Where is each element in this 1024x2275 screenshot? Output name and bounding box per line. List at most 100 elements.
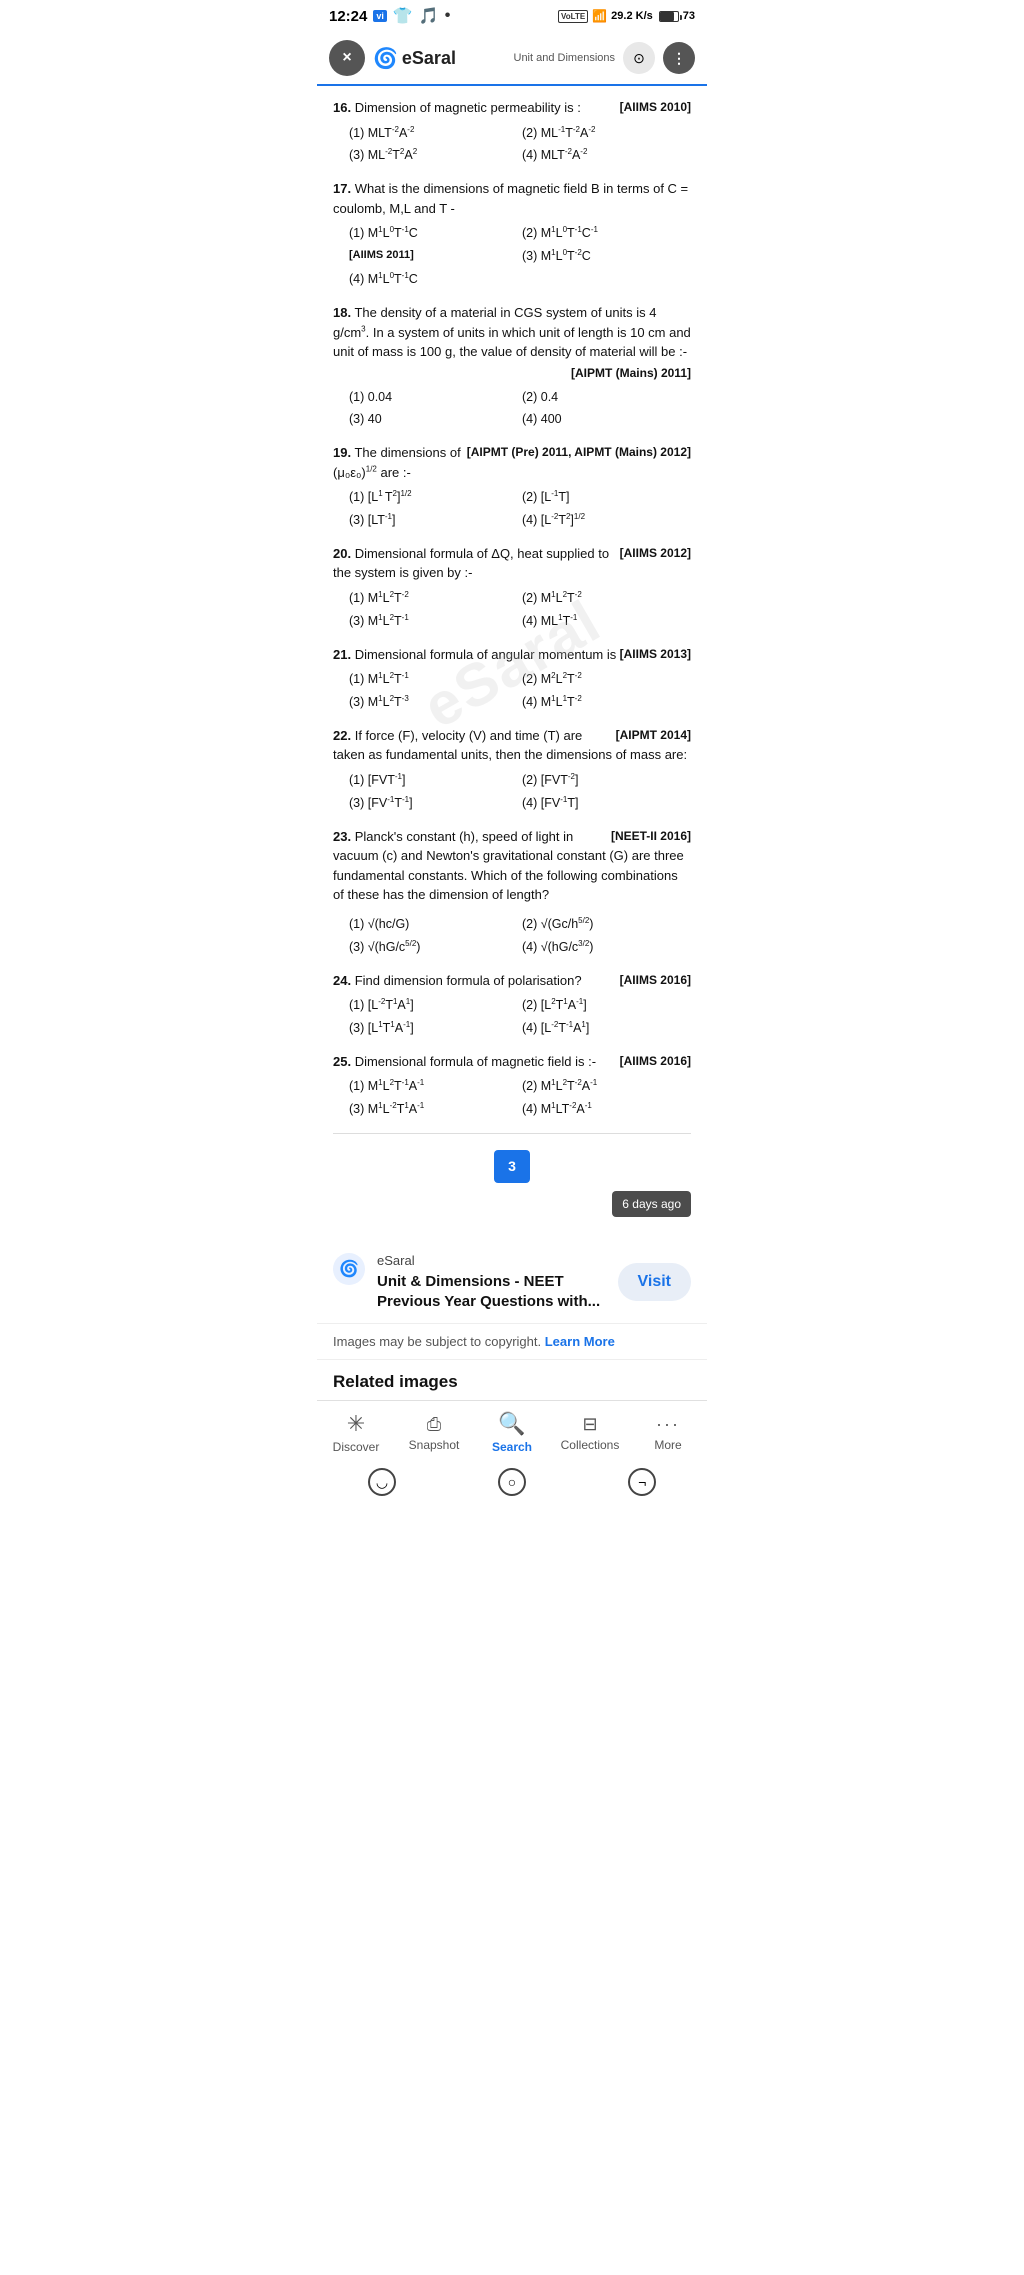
q25-opt3: (3) M1L-2T1A-1 [349, 1100, 518, 1119]
nav-item-snapshot[interactable]: ⎙ Snapshot [404, 1414, 464, 1452]
q23-opt2: (2) √(Gc/h5/2) [522, 915, 691, 934]
nav-item-search[interactable]: 🔍 Search [482, 1411, 542, 1454]
visit-label: Visit [638, 1273, 672, 1290]
nav-item-discover[interactable]: ✳ Discover [326, 1411, 386, 1454]
page-indicator[interactable]: 3 [333, 1150, 691, 1183]
q16-opt2: (2) ML-1T-2A-2 [522, 124, 691, 143]
page-number-btn[interactable]: 3 [494, 1150, 530, 1183]
q19-opt4: (4) [L-2T2]1/2 [522, 511, 691, 530]
q24-number: 24. [333, 973, 351, 988]
q23-number: 23. [333, 829, 351, 844]
question-22: [AIPMT 2014] 22. If force (F), velocity … [333, 726, 691, 813]
status-bar: 12:24 vi 👕 🎵 • VoLTE 📶 29.2 K/s 73 [317, 0, 707, 32]
year-24: [AIIMS 2016] [620, 971, 691, 989]
q21-opt1: (1) M1L2T-1 [349, 670, 518, 689]
home-button[interactable]: ○ [498, 1468, 526, 1496]
question-17: 17. What is the dimensions of magnetic f… [333, 179, 691, 289]
status-time: 12:24 [329, 8, 367, 25]
q24-opt3: (3) [L1T1A-1] [349, 1019, 518, 1038]
question-18: 18. The density of a material in CGS sys… [333, 303, 691, 429]
q22-opt2: (2) [FVT-2] [522, 771, 691, 790]
recents-button[interactable]: ⌐ [628, 1468, 656, 1496]
q19-number: 19. [333, 445, 351, 460]
collections-label: Collections [561, 1438, 620, 1452]
q25-text: Dimensional formula of magnetic field is… [355, 1054, 596, 1069]
q23-opt4: (4) √(hG/c3/2) [522, 938, 691, 957]
back-button[interactable]: ◡ [368, 1468, 396, 1496]
search-icon: 🔍 [498, 1411, 525, 1437]
year-19: [AIPMT (Pre) 2011, AIPMT (Mains) 2012] [467, 443, 691, 461]
discover-label: Discover [333, 1440, 380, 1454]
q23-opt3: (3) √(hG/c5/2) [349, 938, 518, 957]
q25-opt1: (1) M1L2T-1A-1 [349, 1077, 518, 1096]
shirt-icon: 👕 [393, 6, 413, 26]
q20-opt2: (2) M1L2T-2 [522, 589, 691, 608]
q22-opt4: (4) [FV-1T] [522, 794, 691, 813]
dot-indicator: • [445, 7, 451, 25]
year-18: [AIPMT (Mains) 2011] [333, 364, 691, 382]
q20-opt3: (3) M1L2T-1 [349, 612, 518, 631]
q24-text: Find dimension formula of polarisation? [355, 973, 582, 988]
question-16: [AIIMS 2010] 16. Dimension of magnetic p… [333, 98, 691, 165]
esaral-logo-text: eSaral [402, 48, 456, 69]
q20-text: Dimensional formula of ΔQ, heat supplied… [333, 546, 609, 581]
visit-button[interactable]: Visit [618, 1263, 692, 1301]
close-button[interactable]: × [329, 40, 365, 76]
volte-badge: VoLTE [558, 10, 588, 23]
year-25: [AIIMS 2016] [620, 1052, 691, 1070]
q23-opt1: (1) √(hc/G) [349, 915, 518, 934]
source-logo: 🌀 [333, 1253, 365, 1285]
more-icon: ··· [656, 1414, 680, 1435]
q18-number: 18. [333, 305, 351, 320]
recents-icon: ⌐ [638, 1474, 646, 1490]
bottom-nav: ✳ Discover ⎙ Snapshot 🔍 Search ⊟ Collect… [317, 1400, 707, 1458]
nav-item-collections[interactable]: ⊟ Collections [560, 1414, 620, 1452]
close-icon: × [342, 49, 351, 67]
q18-opt1: (1) 0.04 [349, 388, 518, 407]
q17-number: 17. [333, 181, 351, 196]
q19-opt3: (3) [LT-1] [349, 511, 518, 530]
timestamp-text: 6 days ago [622, 1197, 681, 1211]
q19-opt1: (1) [L1 T2]1/2 [349, 488, 518, 507]
q17-opt2: (2) M1L0T-1C-1 [522, 224, 691, 243]
lens-button[interactable]: ⊙ [623, 42, 655, 74]
q18-opt2: (2) 0.4 [522, 388, 691, 407]
q18-opt3: (3) 40 [349, 410, 518, 429]
related-title: Related images [333, 1372, 691, 1392]
q21-opt4: (4) M1L1T-2 [522, 693, 691, 712]
q25-number: 25. [333, 1054, 351, 1069]
q16-text: Dimension of magnetic permeability is : [355, 100, 581, 115]
menu-icon: ⋮ [672, 50, 686, 67]
learn-more-link[interactable]: Learn More [545, 1334, 615, 1349]
q22-opt3: (3) [FV-1T-1] [349, 794, 518, 813]
q25-opt2: (2) M1L2T-2A-1 [522, 1077, 691, 1096]
q21-number: 21. [333, 647, 351, 662]
vi-carrier-badge: vi [373, 10, 387, 22]
q17-opt1: (1) M1L0T-1C [349, 224, 518, 243]
question-19: [AIPMT (Pre) 2011, AIPMT (Mains) 2012] 1… [333, 443, 691, 530]
q24-opt4: (4) [L-2T-1A1] [522, 1019, 691, 1038]
network-speed: 29.2 K/s [611, 10, 653, 22]
q24-opt1: (1) [L-2T1A1] [349, 996, 518, 1015]
question-20: [AIIMS 2012] 20. Dimensional formula of … [333, 544, 691, 631]
q16-opt4: (4) MLT-2A-2 [522, 146, 691, 165]
questions-content: [AIIMS 2010] 16. Dimension of magnetic p… [317, 86, 707, 1241]
nav-item-more[interactable]: ··· More [638, 1414, 698, 1452]
discover-icon: ✳ [347, 1411, 365, 1437]
q21-opt3: (3) M1L2T-3 [349, 693, 518, 712]
year-16: [AIIMS 2010] [620, 98, 691, 116]
source-card: 🌀 eSaral Unit & Dimensions - NEET Previo… [317, 1241, 707, 1324]
q16-opt1: (1) MLT-2A-2 [349, 124, 518, 143]
year-20: [AIIMS 2012] [620, 544, 691, 562]
q25-opt4: (4) M1LT-2A-1 [522, 1100, 691, 1119]
copyright-text: Images may be subject to copyright. [333, 1334, 541, 1349]
q19-opt2: (2) [L-1T] [522, 488, 691, 507]
back-icon: ◡ [376, 1474, 388, 1491]
url-display: Unit and Dimensions [514, 52, 616, 64]
question-21: [AIIMS 2013] 21. Dimensional formula of … [333, 645, 691, 712]
battery-level: 73 [683, 10, 695, 22]
year-21: [AIIMS 2013] [620, 645, 691, 663]
menu-button[interactable]: ⋮ [663, 42, 695, 74]
q17-opt3: (3) M1L0T-2C [522, 247, 691, 266]
related-section: Related images [317, 1360, 707, 1400]
